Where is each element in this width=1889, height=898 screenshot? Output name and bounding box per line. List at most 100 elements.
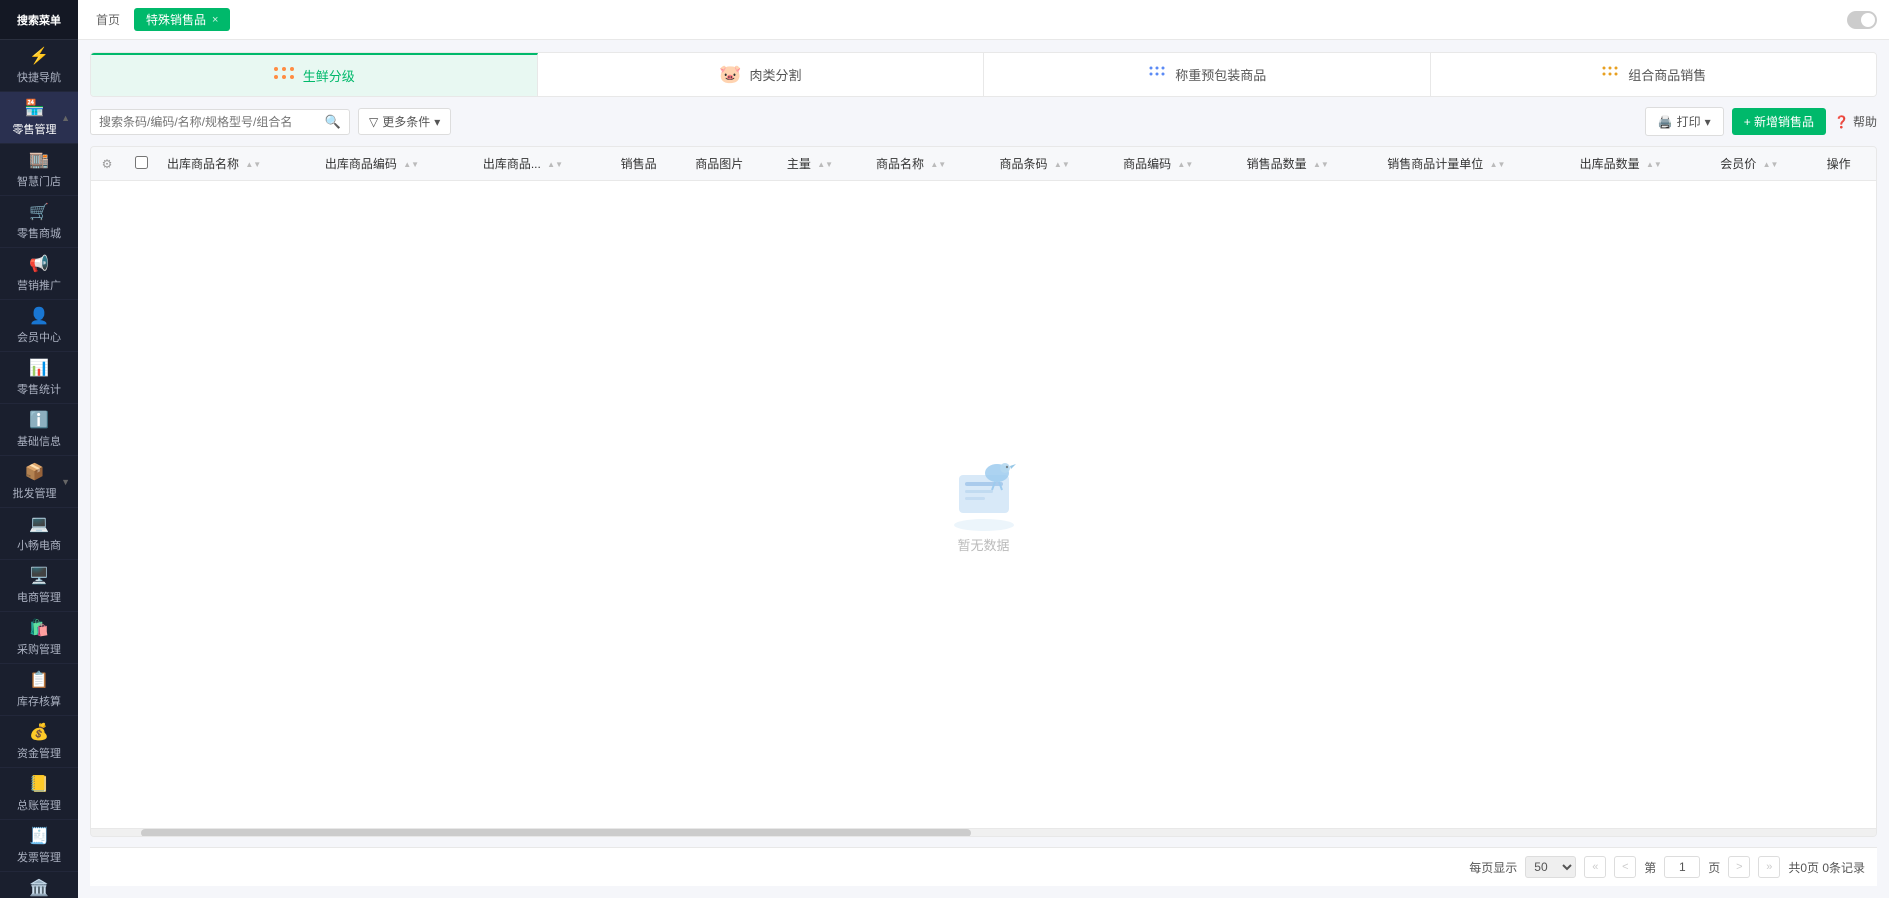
print-icon: 🖨️	[1658, 115, 1673, 129]
horizontal-scrollbar[interactable]	[91, 828, 1876, 836]
sidebar-item-mini-ecom[interactable]: 💻 小畅电商	[0, 508, 78, 560]
col-settings[interactable]: ⚙	[91, 147, 123, 181]
mini-ecom-icon: 💻	[29, 514, 49, 534]
basic-info-icon: ℹ️	[29, 410, 49, 430]
col-member-price[interactable]: 会员价 ▲▼	[1712, 147, 1818, 181]
sidebar-item-member[interactable]: 👤 会员中心	[0, 300, 78, 352]
col-out-spec[interactable]: 出库商品... ▲▼	[475, 147, 613, 181]
tab-scale[interactable]: 称重预包装商品	[984, 53, 1431, 96]
toolbar-right: 🖨️ 打印 ▾ + 新增销售品 ❓ 帮助	[1645, 107, 1877, 136]
sidebar-item-ledger[interactable]: 📒 总账管理	[0, 768, 78, 820]
filter-button[interactable]: ▽ 更多条件 ▾	[358, 108, 451, 135]
col-img: 商品图片	[687, 147, 779, 181]
retail-mgmt-arrow-icon: ▲	[61, 113, 70, 123]
close-tab-button[interactable]: ×	[212, 14, 218, 26]
data-table: ⚙ 出库商品名称 ▲▼ 出库商品编码 ▲▼ 出库	[91, 147, 1876, 181]
total-count: 共0页 0条记录	[1788, 859, 1865, 876]
sort-goods-code-icon: ▲▼	[1177, 161, 1193, 169]
tab-scale-label: 称重预包装商品	[1175, 65, 1266, 84]
invoice-icon: 🧾	[29, 826, 49, 846]
col-barcode[interactable]: 商品条码 ▲▼	[992, 147, 1116, 181]
col-sale-unit[interactable]: 销售商品计量单位 ▲▼	[1379, 147, 1571, 181]
tab-meat-label: 肉类分割	[749, 65, 801, 84]
tax-icon: 🏛️	[29, 878, 49, 898]
promo-icon: 📢	[29, 254, 49, 274]
filter-icon: ▽	[369, 115, 378, 129]
tab-fresh[interactable]: 生鲜分级	[91, 53, 538, 96]
next-page-button[interactable]: >	[1728, 856, 1750, 878]
sidebar-item-retail-mgmt[interactable]: 🏪 零售管理 ▲	[0, 92, 78, 144]
prev-page-button[interactable]: <	[1614, 856, 1636, 878]
wholesale-arrow-icon: ▼	[61, 477, 70, 487]
prev-page-icon: <	[1622, 861, 1628, 873]
print-button[interactable]: 🖨️ 打印 ▾	[1645, 107, 1724, 136]
sidebar-item-purchase-mgmt[interactable]: 🛍️ 采购管理	[0, 612, 78, 664]
sidebar-item-finance[interactable]: 💰 资金管理	[0, 716, 78, 768]
select-all-checkbox[interactable]	[135, 156, 148, 169]
smart-store-icon: 🏬	[29, 150, 49, 170]
meat-icon: 🐷	[719, 64, 741, 85]
data-table-container: ⚙ 出库商品名称 ▲▼ 出库商品编码 ▲▼ 出库	[90, 146, 1877, 837]
col-goods-name[interactable]: 商品名称 ▲▼	[868, 147, 992, 181]
empty-state-icon	[939, 455, 1029, 535]
empty-state: 暂无数据	[91, 181, 1876, 828]
page-label: 第	[1644, 859, 1656, 876]
search-input[interactable]	[99, 115, 321, 129]
col-sale-qty[interactable]: 销售品数量 ▲▼	[1239, 147, 1380, 181]
sidebar-logo[interactable]: 搜索菜单	[0, 0, 78, 40]
scale-icon	[1147, 64, 1167, 85]
sort-goods-name-icon: ▲▼	[930, 161, 946, 169]
toolbar: 🔍 ▽ 更多条件 ▾ 🖨️ 打印 ▾ + 新增销售品 ❓	[90, 107, 1877, 136]
scrollbar-thumb[interactable]	[141, 829, 971, 837]
purchase-mgmt-icon: 🛍️	[29, 618, 49, 638]
col-goods-code[interactable]: 商品编码 ▲▼	[1115, 147, 1239, 181]
tab-combo[interactable]: 组合商品销售	[1431, 53, 1877, 96]
sidebar-item-ecom-mgmt[interactable]: 🖥️ 电商管理	[0, 560, 78, 612]
col-checkbox[interactable]	[123, 147, 159, 181]
active-tab[interactable]: 特殊销售品 ×	[134, 8, 230, 31]
col-out-name[interactable]: 出库商品名称 ▲▼	[159, 147, 317, 181]
toggle-button[interactable]	[1847, 11, 1877, 29]
sidebar-item-retail-stats[interactable]: 📊 零售统计	[0, 352, 78, 404]
wholesale-icon: 📦	[25, 462, 45, 482]
topbar: 首页 特殊销售品 ×	[78, 0, 1889, 40]
last-page-button[interactable]: »	[1758, 856, 1780, 878]
tab-fresh-label: 生鲜分级	[303, 66, 355, 85]
sidebar-item-invoice-mgmt[interactable]: 🧾 发票管理	[0, 820, 78, 872]
first-page-button[interactable]: «	[1584, 856, 1606, 878]
member-icon: 👤	[29, 306, 49, 326]
help-button[interactable]: ❓ 帮助	[1834, 113, 1877, 130]
tab-combo-label: 组合商品销售	[1628, 65, 1706, 84]
sidebar-item-inventory[interactable]: 📋 库存核算	[0, 664, 78, 716]
home-tab[interactable]: 首页	[90, 9, 126, 30]
col-out-qty[interactable]: 出库品数量 ▲▼	[1572, 147, 1713, 181]
col-weight[interactable]: 主量 ▲▼	[779, 147, 868, 181]
sidebar-item-wholesale-mgmt[interactable]: 📦 批发管理 ▼	[0, 456, 78, 508]
main-content: 首页 特殊销售品 ×	[78, 0, 1889, 898]
sort-out-spec-icon: ▲▼	[547, 161, 563, 169]
sidebar-item-quick-nav[interactable]: ⚡ 快捷导航	[0, 40, 78, 92]
sidebar-item-retail-mall[interactable]: 🛒 零售商城	[0, 196, 78, 248]
sidebar-item-basic-info[interactable]: ℹ️ 基础信息	[0, 404, 78, 456]
combo-icon	[1600, 64, 1620, 85]
sort-member-price-icon: ▲▼	[1763, 161, 1779, 169]
page-input[interactable]	[1664, 856, 1700, 878]
sidebar-item-promo[interactable]: 📢 营销推广	[0, 248, 78, 300]
sidebar-item-smart-store[interactable]: 🏬 智慧门店	[0, 144, 78, 196]
next-page-icon: >	[1736, 861, 1742, 873]
pagination-bar: 每页显示 10 20 50 100 « < 第 页 > » 共0页 0条记录	[90, 847, 1877, 886]
add-sale-item-button[interactable]: + 新增销售品	[1732, 108, 1826, 135]
ledger-icon: 📒	[29, 774, 49, 794]
tab-meat[interactable]: 🐷 肉类分割	[538, 53, 985, 96]
page-content: 生鲜分级 🐷 肉类分割 称重预包装商品	[78, 40, 1889, 898]
first-page-icon: «	[1592, 861, 1598, 873]
toolbar-left: 🔍 ▽ 更多条件 ▾	[90, 108, 451, 135]
table-header: ⚙ 出库商品名称 ▲▼ 出库商品编码 ▲▼ 出库	[91, 147, 1876, 181]
sidebar: 搜索菜单 ⚡ 快捷导航 🏪 零售管理 ▲ 🏬 智慧门店 🛒 零售商城 📢 营销推…	[0, 0, 78, 898]
per-page-select[interactable]: 10 20 50 100	[1525, 856, 1576, 878]
sort-sale-unit-icon: ▲▼	[1490, 161, 1506, 169]
finance-icon: 💰	[29, 722, 49, 742]
col-out-code[interactable]: 出库商品编码 ▲▼	[317, 147, 475, 181]
sidebar-item-tax[interactable]: 🏛️ 税务管理	[0, 872, 78, 898]
search-icon[interactable]: 🔍	[325, 114, 341, 130]
